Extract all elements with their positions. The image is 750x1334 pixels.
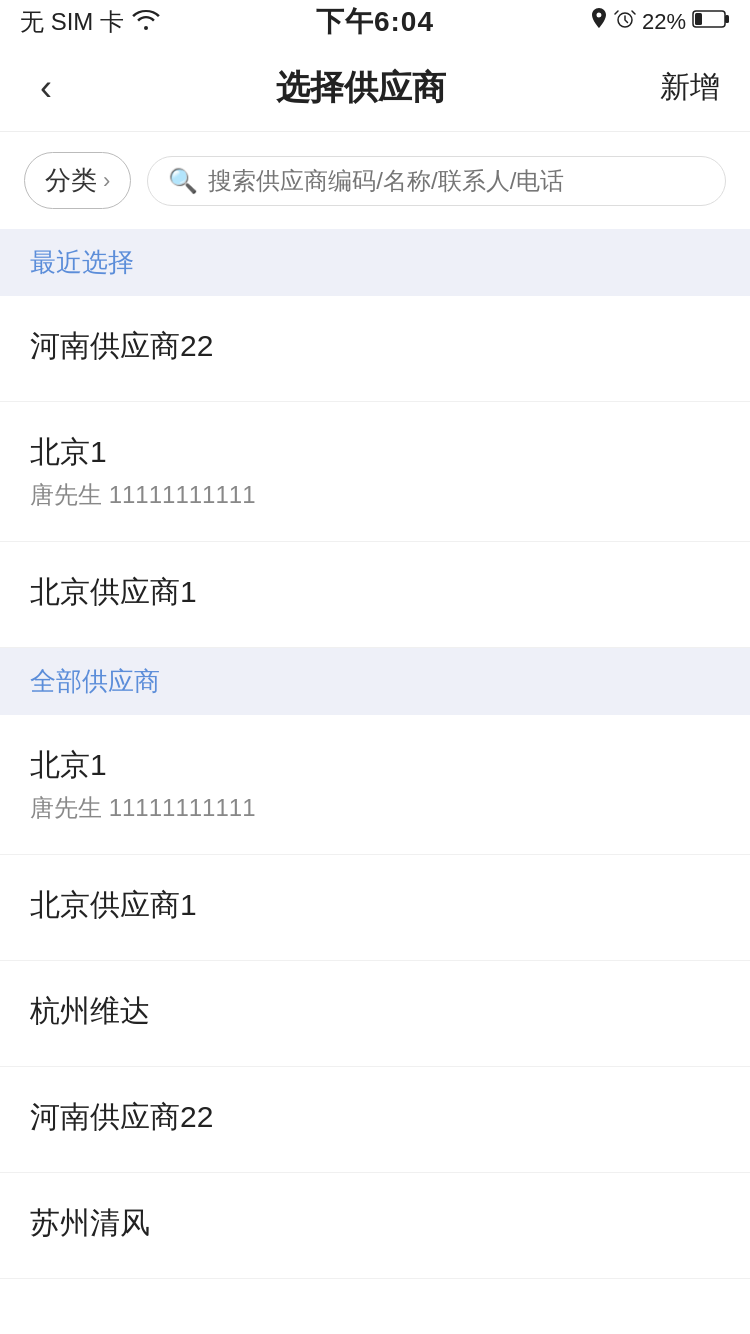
- battery-text: 22%: [642, 9, 686, 35]
- list-item[interactable]: 北京供应商1: [0, 855, 750, 961]
- add-button[interactable]: 新增: [660, 67, 720, 108]
- nav-bar: ‹ 选择供应商 新增: [0, 44, 750, 132]
- chevron-right-icon: ›: [103, 168, 110, 194]
- list-item[interactable]: 苏州清风: [0, 1173, 750, 1279]
- recent-items-list: 河南供应商22 北京1 唐先生 11111111111 北京供应商1: [0, 296, 750, 648]
- search-input[interactable]: [208, 167, 705, 195]
- item-name: 河南供应商22: [30, 1097, 720, 1138]
- all-items-list: 北京1 唐先生 11111111111 北京供应商1 杭州维达河南供应商22 苏州清风: [0, 715, 750, 1279]
- list-item[interactable]: 北京1 唐先生 11111111111: [0, 402, 750, 542]
- list-item[interactable]: 北京1 唐先生 11111111111: [0, 715, 750, 855]
- location-icon: [590, 8, 608, 36]
- back-button[interactable]: ‹: [30, 57, 62, 119]
- recent-section-header: 最近选择: [0, 229, 750, 296]
- svg-rect-2: [725, 15, 729, 23]
- item-name: 河南供应商22: [30, 326, 720, 367]
- list-item[interactable]: 北京供应商1: [0, 542, 750, 648]
- status-right: 22%: [590, 8, 730, 36]
- status-left: 无 SIM 卡: [20, 6, 160, 38]
- list-item[interactable]: 河南供应商22: [0, 296, 750, 402]
- item-sub: 唐先生 11111111111: [30, 792, 720, 824]
- item-name: 北京供应商1: [30, 885, 720, 926]
- item-sub: 唐先生 11111111111: [30, 479, 720, 511]
- carrier-text: 无 SIM 卡: [20, 6, 124, 38]
- item-name: 北京供应商1: [30, 572, 720, 613]
- item-name: 杭州维达: [30, 991, 720, 1032]
- battery-icon: [692, 9, 730, 35]
- search-box[interactable]: 🔍: [147, 156, 726, 206]
- item-name: 苏州清风: [30, 1203, 720, 1244]
- filter-bar: 分类 › 🔍: [0, 132, 750, 229]
- search-icon: 🔍: [168, 167, 198, 195]
- svg-rect-3: [695, 13, 702, 25]
- alarm-icon: [614, 8, 636, 36]
- status-bar: 无 SIM 卡 下午6:04 22%: [0, 0, 750, 44]
- list-item[interactable]: 杭州维达: [0, 961, 750, 1067]
- item-name: 北京1: [30, 745, 720, 786]
- category-button[interactable]: 分类 ›: [24, 152, 131, 209]
- category-label: 分类: [45, 163, 97, 198]
- status-time: 下午6:04: [316, 3, 434, 41]
- wifi-icon: [132, 8, 160, 36]
- item-name: 北京1: [30, 432, 720, 473]
- all-section-header: 全部供应商: [0, 648, 750, 715]
- list-item[interactable]: 河南供应商22: [0, 1067, 750, 1173]
- page-title: 选择供应商: [276, 65, 446, 111]
